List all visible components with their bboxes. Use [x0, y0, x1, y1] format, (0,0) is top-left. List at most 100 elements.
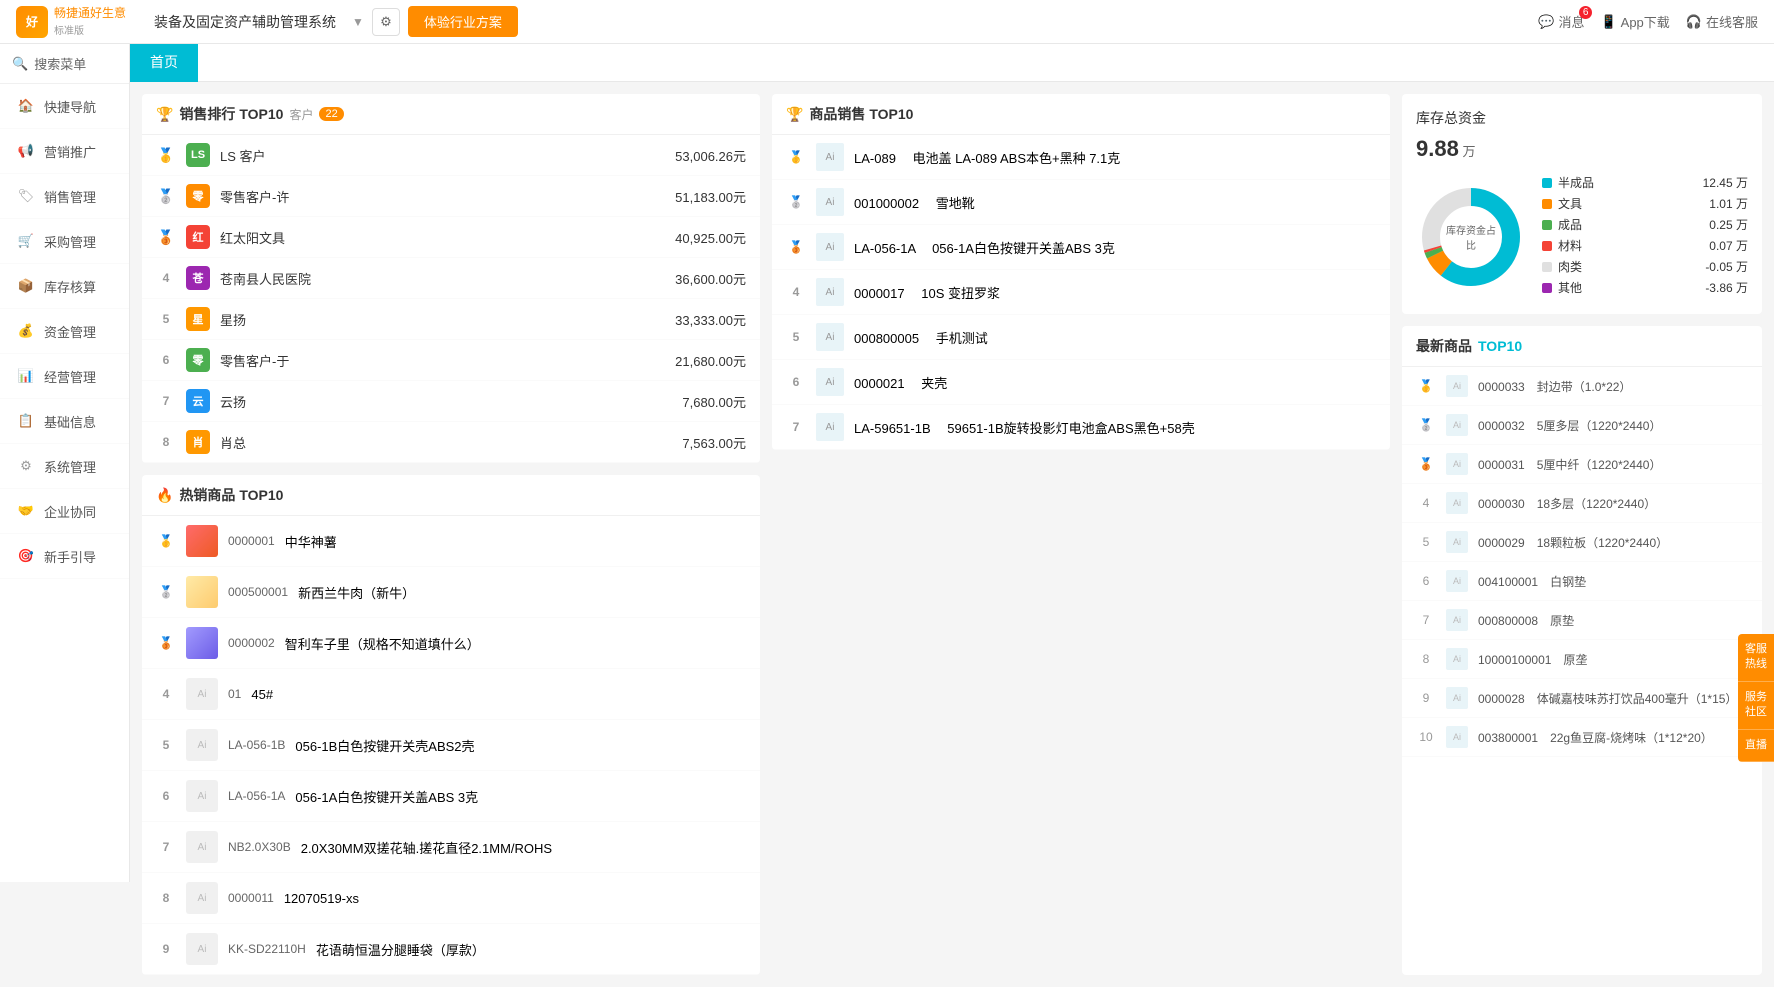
purchase-icon: 🛒 — [16, 231, 36, 251]
pr-info-3: LA-056-1A 056-1A白色按键开关盖ABS 3克 — [854, 238, 1376, 257]
rank-5-avatar: 星 — [186, 307, 210, 331]
hot-rank-1: 🥇 — [156, 534, 176, 548]
phone-icon: 📱 — [1600, 14, 1616, 30]
list-item: 9 Ai 0000028 体碱嘉枝味苏打饮品400毫升（1*15） — [1402, 679, 1762, 718]
logo-text-block: 畅捷通好生意 标准版 — [54, 6, 126, 37]
np-img-10: Ai — [1446, 726, 1468, 748]
enterprise-icon: 🤝 — [16, 501, 36, 521]
legend-dot-6 — [1542, 283, 1552, 293]
rank-8-avatar: 肖 — [186, 430, 210, 454]
sidebar-item-label: 营销推广 — [44, 142, 96, 161]
settings-button[interactable]: ⚙ — [372, 8, 400, 36]
sidebar-item-finance[interactable]: 💰 资金管理 — [0, 309, 129, 354]
search-menu-button[interactable]: 🔍 搜索菜单 — [0, 44, 129, 84]
hot-product-code-1: 0000001 — [228, 534, 275, 548]
hot-product-img-7: Ai — [186, 831, 218, 863]
rank-8-amount: 7,563.00元 — [682, 433, 746, 452]
table-row: 🥇 LS LS 客户 53,006.26元 — [142, 135, 760, 176]
pr-rank-5: 5 — [786, 330, 806, 344]
sidebar-item-marketing[interactable]: 📢 营销推广 — [0, 129, 129, 174]
np-info-6: 004100001 白钢垫 — [1478, 573, 1748, 590]
np-info-3: 0000031 5厘中纤（1220*2440） — [1478, 456, 1748, 473]
hot-rank-4: 4 — [156, 687, 176, 701]
legend-value-5: -0.05 万 — [1705, 258, 1748, 275]
float-service-live[interactable]: 直播 — [1738, 730, 1774, 762]
hot-product-code-4: 01 — [228, 687, 241, 701]
legend-list: 半成品 12.45 万 文具 1.01 万 成品 0.25 万 — [1542, 174, 1748, 300]
float-service-community[interactable]: 服务社区 — [1738, 682, 1774, 730]
legend-item-5: 肉类 -0.05 万 — [1542, 258, 1748, 275]
np-info-8: 10000100001 原垄 — [1478, 651, 1748, 668]
sidebar-item-purchase[interactable]: 🛒 采购管理 — [0, 219, 129, 264]
hot-products-card: 🔥 热销商品 TOP10 🥇 0000001 中华神薯 🥈 000500001 — [142, 475, 760, 975]
sidebar-item-operation[interactable]: 📊 经营管理 — [0, 354, 129, 399]
chevron-down-icon[interactable]: ▼ — [352, 15, 364, 29]
customer-count-badge: 22 — [319, 107, 343, 121]
list-item: 5 Ai LA-056-1B 056-1B白色按键开关壳ABS2壳 — [142, 720, 760, 771]
hot-product-code-9: KK-SD22110H — [228, 942, 306, 956]
pr-name-5: 手机测试 — [936, 331, 988, 346]
rank-5-name: 星扬 — [220, 310, 665, 329]
np-info-1: 0000033 封边带（1.0*22） — [1478, 378, 1748, 395]
legend-name-3: 成品 — [1558, 216, 1703, 233]
pr-info-2: 001000002 雪地靴 — [854, 193, 1376, 212]
trial-button[interactable]: 体验行业方案 — [408, 6, 518, 37]
legend-name-4: 材料 — [1558, 237, 1703, 254]
legend-dot-3 — [1542, 220, 1552, 230]
sidebar-item-enterprise[interactable]: 🤝 企业协同 — [0, 489, 129, 534]
legend-value-2: 1.01 万 — [1709, 195, 1748, 212]
legend-item-2: 文具 1.01 万 — [1542, 195, 1748, 212]
table-row: 🥇 Ai LA-089 电池盖 LA-089 ABS本色+黑种 7.1克 — [772, 135, 1390, 180]
rank-2-name: 零售客户-许 — [220, 187, 665, 206]
system-selector[interactable]: 装备及固定资产辅助管理系统 ▼ ⚙ 体验行业方案 — [146, 6, 1538, 37]
logo-line2: 标准版 — [54, 22, 126, 37]
pr-img-4: Ai — [816, 278, 844, 306]
np-img-5: Ai — [1446, 531, 1468, 553]
list-item: 7 Ai NB2.0X30B 2.0X30MM双搓花轴.搓花直径2.1MM/RO… — [142, 822, 760, 873]
new-products-header: 最新商品 TOP10 — [1402, 326, 1762, 367]
sidebar-item-inventory[interactable]: 📦 库存核算 — [0, 264, 129, 309]
float-service-hotline[interactable]: 客服热线 — [1738, 634, 1774, 682]
new-products-card: 最新商品 TOP10 🥇 Ai 0000033 封边带（1.0*22） 🥈 Ai… — [1402, 326, 1762, 975]
inventory-icon: 📦 — [16, 276, 36, 296]
message-button[interactable]: 💬 消息 6 — [1538, 12, 1584, 31]
rank-3-medal: 🥉 — [156, 229, 176, 246]
pr-code-4: 0000017 — [854, 286, 918, 301]
home-icon: 🏠 — [16, 96, 36, 116]
online-service-button[interactable]: 🎧 在线客服 — [1686, 12, 1758, 31]
legend-item-3: 成品 0.25 万 — [1542, 216, 1748, 233]
sidebar-item-sales[interactable]: 🏷 销售管理 — [0, 174, 129, 219]
marketing-icon: 📢 — [16, 141, 36, 161]
table-row: 4 Ai 0000017 10S 变扭罗浆 — [772, 270, 1390, 315]
sidebar-item-guide[interactable]: 🎯 新手引导 — [0, 534, 129, 579]
donut-chart: 库存资金占比 — [1416, 182, 1526, 292]
tab-home[interactable]: 首页 — [130, 44, 198, 82]
pr-code-6: 0000021 — [854, 376, 918, 391]
rank-8-name: 肖总 — [220, 433, 672, 452]
pr-code-2: 001000002 — [854, 196, 932, 211]
rank-6-num: 6 — [156, 353, 176, 367]
logo-line1: 畅捷通好生意 — [54, 6, 126, 22]
sidebar-item-basic[interactable]: 📋 基础信息 — [0, 399, 129, 444]
pr-rank-4: 4 — [786, 285, 806, 299]
hot-product-code-6: LA-056-1A — [228, 789, 285, 803]
hot-product-name-8: 12070519-xs — [284, 891, 359, 906]
sidebar-item-system[interactable]: ⚙ 系统管理 — [0, 444, 129, 489]
legend-dot-5 — [1542, 262, 1552, 272]
inventory-card: 库存总资金 9.88 万 — [1402, 94, 1762, 314]
table-row: 5 Ai 000800005 手机测试 — [772, 315, 1390, 360]
rank-2-amount: 51,183.00元 — [675, 187, 746, 206]
rank-8-num: 8 — [156, 435, 176, 449]
legend-value-4: 0.07 万 — [1709, 237, 1748, 254]
rank-7-amount: 7,680.00元 — [682, 392, 746, 411]
sidebar-item-home[interactable]: 🏠 快捷导航 — [0, 84, 129, 129]
pr-code-3: LA-056-1A — [854, 241, 928, 256]
hot-product-img-4: Ai — [186, 678, 218, 710]
rank-4-num: 4 — [156, 271, 176, 285]
table-row: 4 苍 苍南县人民医院 36,600.00元 — [142, 258, 760, 299]
rank-1-amount: 53,006.26元 — [675, 146, 746, 165]
table-row: 7 云 云扬 7,680.00元 — [142, 381, 760, 422]
pr-code-7: LA-59651-1B — [854, 421, 944, 436]
hot-rank-3: 🥉 — [156, 636, 176, 650]
app-download-button[interactable]: 📱 App下载 — [1600, 12, 1669, 31]
